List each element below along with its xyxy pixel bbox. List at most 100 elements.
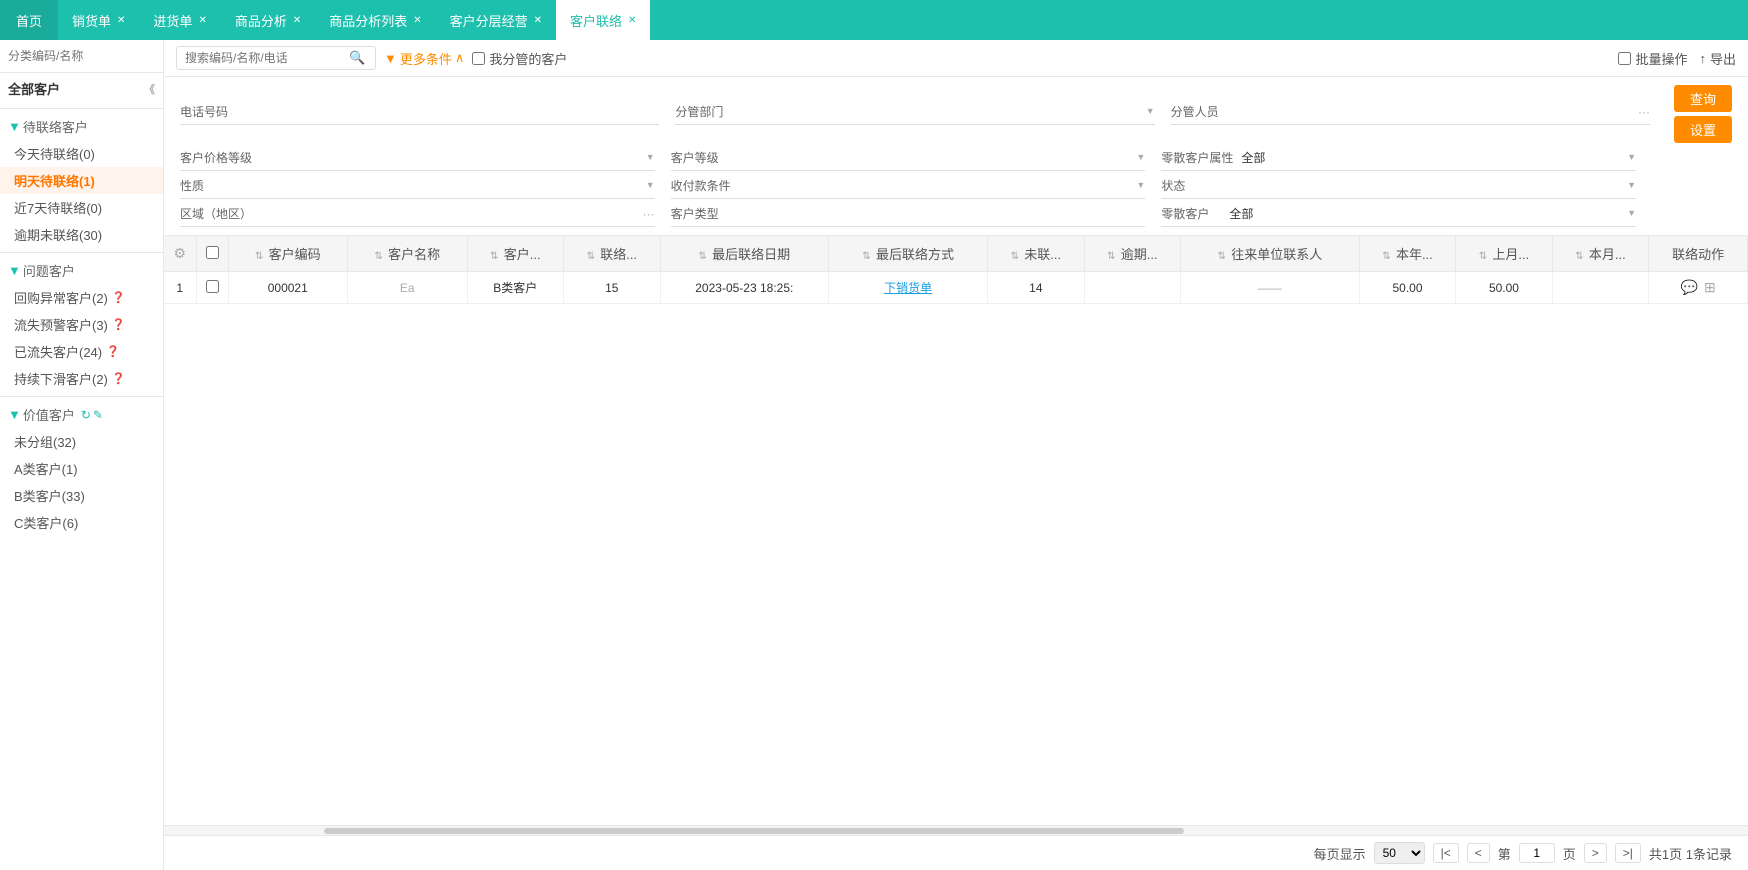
dots-icon[interactable]: ··· [1638, 105, 1650, 119]
filter-search-input[interactable] [185, 51, 345, 65]
sidebar-search-input[interactable] [8, 49, 163, 63]
filter-phone[interactable]: 电话号码 [180, 103, 659, 125]
sidebar-item-typeC[interactable]: C类客户(6) [0, 509, 163, 536]
th-unit-contact[interactable]: ⇅ 往来单位联系人 [1181, 236, 1360, 272]
filter-payment[interactable]: 收付款条件 [671, 177, 1146, 199]
close-icon[interactable]: ✕ [293, 15, 301, 26]
sidebar-item-7days[interactable]: 近7天待联络(0) [0, 194, 163, 221]
adv-filter-row3: 性质 收付款条件 状态 [180, 177, 1732, 199]
settings-icon[interactable]: ⚙ [173, 245, 186, 261]
page-suffix: 页 [1563, 844, 1576, 863]
filter-retail-attr[interactable]: 零散客户属性 全部 [1161, 149, 1636, 171]
sidebar-search-box[interactable]: 🔍 [0, 40, 163, 73]
nav-home[interactable]: 首页 [0, 0, 58, 40]
select-all-checkbox[interactable] [206, 246, 219, 259]
sidebar-item-lostwarning[interactable]: 流失预警客户(3) ❓ [0, 311, 163, 338]
row-last-method[interactable]: 下销货单 [829, 272, 988, 304]
th-this-month[interactable]: ⇅ 本月... [1552, 236, 1648, 272]
th-contact-count[interactable]: ⇅ 联络... [564, 236, 660, 272]
page-last-btn[interactable]: >| [1615, 843, 1641, 863]
page-label: 第 [1498, 844, 1511, 863]
batch-op-btn[interactable]: 批量操作 [1618, 49, 1687, 68]
nav-item-salelist[interactable]: 销货单 ✕ [58, 0, 139, 40]
set-button[interactable]: 设置 [1674, 116, 1732, 143]
th-type[interactable]: ⇅ 客户... [467, 236, 563, 272]
sidebar-item-tomorrow[interactable]: 明天待联络(1) [0, 167, 163, 194]
th-last-date[interactable]: ⇅ 最后联络日期 [660, 236, 829, 272]
th-uncontact[interactable]: ⇅ 未联... [988, 236, 1084, 272]
row-overdue [1084, 272, 1180, 304]
sidebar-all-customers[interactable]: 全部客户 《 [0, 73, 163, 104]
sidebar-item-declining[interactable]: 持续下滑客户(2) ❓ [0, 365, 163, 392]
help-icon: ❓ [106, 345, 120, 358]
filter-retail-customer[interactable]: 零散客户 全部 [1161, 205, 1636, 227]
scrollbar-thumb[interactable] [324, 828, 1184, 834]
page-input[interactable] [1519, 843, 1555, 863]
row-action-btns: 💬 ⊞ [1655, 279, 1741, 296]
close-icon[interactable]: ✕ [198, 15, 206, 26]
filter-price-level[interactable]: 客户价格等级 [180, 149, 655, 171]
sidebar-item-ungrouped[interactable]: 未分组(32) [0, 428, 163, 455]
close-icon[interactable]: ✕ [534, 15, 542, 26]
close-icon[interactable]: ✕ [628, 15, 636, 26]
sidebar-item-typeA[interactable]: A类客户(1) [0, 455, 163, 482]
query-button[interactable]: 查询 [1674, 85, 1732, 112]
filter-customer-level[interactable]: 客户等级 [671, 149, 1146, 171]
sidebar-item-typeB[interactable]: B类客户(33) [0, 482, 163, 509]
table-row: 1 000021 Ea B类客户 15 2023-05-23 18:25: 下销… [164, 272, 1748, 304]
filter-search-box[interactable]: 🔍 [176, 46, 376, 70]
row-checkbox[interactable] [196, 272, 228, 304]
th-last-method[interactable]: ⇅ 最后联络方式 [829, 236, 988, 272]
filter-status[interactable]: 状态 [1161, 177, 1636, 199]
grid-icon[interactable]: ⊞ [1704, 279, 1716, 296]
nav-item-analysis-list[interactable]: 商品分析列表 ✕ [315, 0, 435, 40]
row-contact-count: 15 [564, 272, 660, 304]
per-page-select[interactable]: 50 100 [1374, 842, 1425, 864]
sort-icon: ⇅ [490, 251, 498, 262]
filter-bar: 🔍 ▼ 更多条件 ∧ 我分管的客户 批量操作 ↑ 导出 [164, 40, 1748, 77]
th-overdue[interactable]: ⇅ 逾期... [1084, 236, 1180, 272]
nav-item-customer-tier[interactable]: 客户分层经营 ✕ [436, 0, 556, 40]
refresh-icon[interactable]: ↻ [81, 408, 91, 422]
close-icon[interactable]: ✕ [117, 15, 125, 26]
my-customers-check[interactable] [472, 52, 485, 65]
sort-icon: ⇅ [1218, 251, 1226, 262]
message-icon[interactable]: 💬 [1681, 279, 1698, 296]
filter-nature[interactable]: 性质 [180, 177, 655, 199]
my-customers-checkbox[interactable]: 我分管的客户 [472, 49, 567, 68]
page-next-btn[interactable]: > [1584, 843, 1607, 863]
filter-icon: ▼ [384, 51, 397, 66]
adv-filter-panel: 电话号码 分管部门 分管人员 ··· 查询 设置 [164, 77, 1748, 236]
th-code[interactable]: ⇅ 客户编码 [228, 236, 348, 272]
batch-op-check[interactable] [1618, 52, 1631, 65]
filter-region[interactable]: 区域（地区） ··· [180, 205, 655, 227]
sidebar-item-today[interactable]: 今天待联络(0) [0, 140, 163, 167]
horizontal-scrollbar[interactable] [164, 825, 1748, 835]
filter-person[interactable]: 分管人员 ··· [1171, 103, 1650, 125]
export-btn[interactable]: ↑ 导出 [1699, 49, 1736, 68]
more-conditions-btn[interactable]: ▼ 更多条件 ∧ [384, 49, 464, 68]
sidebar-item-lost[interactable]: 已流失客户(24) ❓ [0, 338, 163, 365]
sidebar-item-overdue[interactable]: 逾期未联络(30) [0, 221, 163, 248]
nav-item-analysis[interactable]: 商品分析 ✕ [221, 0, 315, 40]
th-last-month[interactable]: ⇅ 上月... [1456, 236, 1552, 272]
row-actions: 💬 ⊞ [1649, 272, 1748, 304]
row-select-checkbox[interactable] [206, 280, 219, 293]
th-checkbox[interactable] [196, 236, 228, 272]
close-icon[interactable]: ✕ [413, 15, 421, 26]
search-icon[interactable]: 🔍 [349, 50, 365, 66]
sort-icon: ⇅ [255, 251, 263, 262]
edit-icon[interactable]: ✎ [93, 408, 103, 422]
nav-item-customer-contact[interactable]: 客户联络 ✕ [556, 0, 650, 40]
page-first-btn[interactable]: |< [1433, 843, 1459, 863]
top-nav: 首页 销货单 ✕ 进货单 ✕ 商品分析 ✕ 商品分析列表 ✕ 客户分层经营 ✕ … [0, 0, 1748, 40]
th-name[interactable]: ⇅ 客户名称 [348, 236, 468, 272]
filter-dept[interactable]: 分管部门 [675, 103, 1154, 125]
nav-item-purchase[interactable]: 进货单 ✕ [139, 0, 220, 40]
page-prev-btn[interactable]: < [1467, 843, 1490, 863]
dots-icon[interactable]: ··· [643, 207, 655, 221]
sidebar-item-abnormal[interactable]: 回购异常客户(2) ❓ [0, 284, 163, 311]
main-layout: 🔍 全部客户 《 ▼ 待联络客户 今天待联络(0) 明天待联络(1) 近7天待联… [0, 40, 1748, 870]
th-this-year[interactable]: ⇅ 本年... [1359, 236, 1455, 272]
filter-customer-type[interactable]: 客户类型 [671, 205, 1146, 227]
